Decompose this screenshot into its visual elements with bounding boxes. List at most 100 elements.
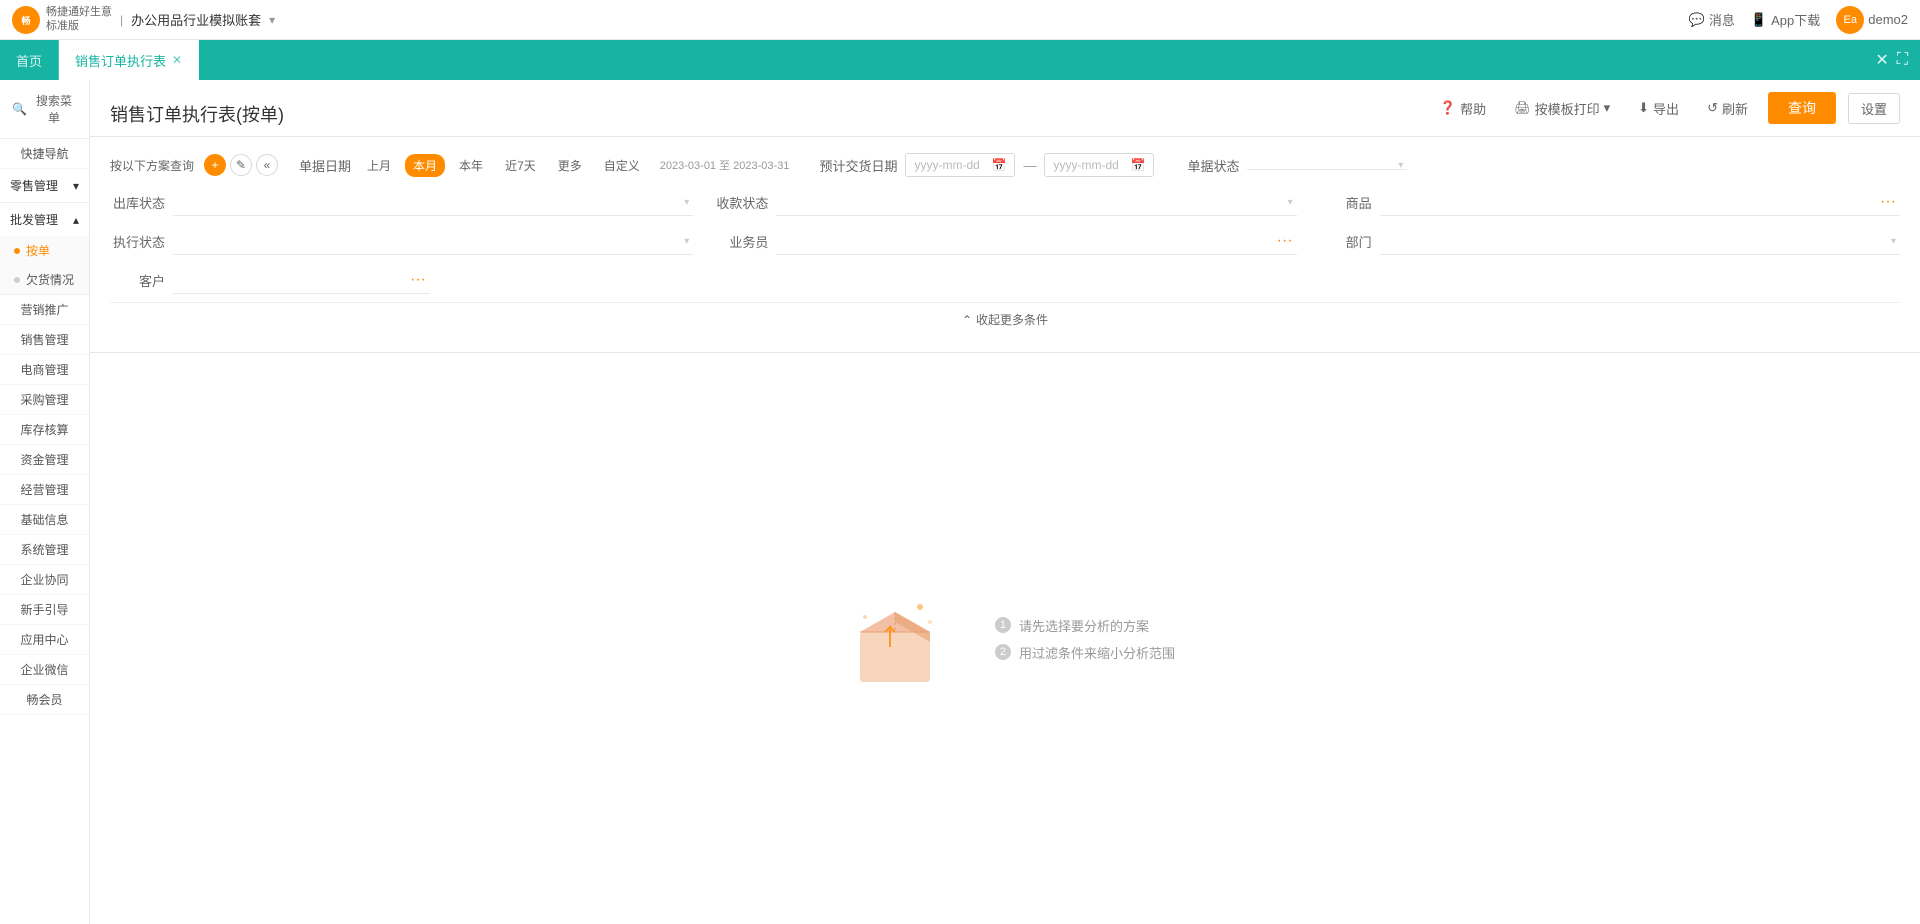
dept-select[interactable] [1380, 229, 1900, 255]
salesperson-filter: 业务员 ··· [713, 228, 1296, 255]
filter-row-customer: 客户 ··· [110, 267, 1900, 294]
user-profile[interactable]: Ea demo2 [1836, 6, 1908, 34]
expected-date-filter: 预计交货日期 yyyy-mm-dd 📅 — yyyy-mm-dd 📅 [819, 153, 1154, 177]
date-btn-more[interactable]: 更多 [550, 154, 590, 177]
sidebar-item-corp-wechat[interactable]: 企业微信 [0, 655, 89, 685]
page-header: 销售订单执行表(按单) ❓ 帮助 🖨 按模板打印 ▾ ⬇ 导出 ↺ 刷新 [90, 80, 1920, 137]
scheme-label: 按以下方案查询 [110, 157, 194, 174]
customer-input[interactable]: ··· [173, 267, 430, 294]
filter-grid-row2: 执行状态 ▾ 业务员 ··· 部门 [110, 228, 1900, 255]
receipt-status-select[interactable] [776, 190, 1296, 216]
date-btn-this-year[interactable]: 本年 [451, 154, 491, 177]
dept-filter: 部门 ▾ [1317, 228, 1900, 255]
goods-input[interactable]: ··· [1380, 189, 1900, 216]
sidebar-item-wholesale-mgmt[interactable]: 批发管理 ▴ [0, 203, 89, 236]
date-range-text: 2023-03-01 至 2023-03-31 [660, 157, 790, 173]
tab-close-window-icon[interactable]: ✕ [1875, 50, 1888, 70]
message-icon: 💬 [1689, 12, 1705, 28]
receipt-status-label: 收款状态 [713, 193, 768, 212]
sidebar-item-member[interactable]: 畅会员 [0, 685, 89, 715]
sidebar-item-operations[interactable]: 经营管理 [0, 475, 89, 505]
search-button[interactable]: 查询 [1768, 92, 1836, 124]
help-icon: ❓ [1440, 100, 1456, 116]
status-select[interactable] [1247, 161, 1407, 170]
date-btn-custom[interactable]: 自定义 [596, 154, 648, 177]
out-status-select[interactable] [173, 190, 693, 216]
exec-status-select[interactable] [173, 229, 693, 255]
sidebar-item-system[interactable]: 系统管理 [0, 535, 89, 565]
export-icon: ⬇ [1638, 100, 1649, 116]
empty-tip-1: 1 请先选择要分析的方案 [995, 616, 1175, 635]
out-status-label: 出库状态 [110, 193, 165, 212]
settings-button[interactable]: 设置 [1848, 93, 1900, 124]
sidebar-item-sales-mgmt[interactable]: 销售管理 [0, 325, 89, 355]
sidebar-sub-item-order[interactable]: 按单 [0, 236, 89, 265]
goods-label: 商品 [1317, 193, 1372, 212]
page-title: 销售订单执行表(按单) [110, 101, 284, 127]
sidebar-item-marketing[interactable]: 营销推广 [0, 295, 89, 325]
add-scheme-button[interactable]: + [204, 154, 226, 176]
sidebar-item-finance[interactable]: 资金管理 [0, 445, 89, 475]
exec-status-label: 执行状态 [110, 232, 165, 251]
sidebar-item-enterprise[interactable]: 企业协同 [0, 565, 89, 595]
sidebar-item-quick-nav[interactable]: 快捷导航 [0, 139, 89, 169]
search-menu-button[interactable]: 🔍 搜索菜单 [8, 88, 81, 130]
breadcrumb-separator: | [120, 13, 123, 27]
salesperson-input[interactable]: ··· [776, 228, 1296, 255]
help-button[interactable]: ❓ 帮助 [1432, 95, 1494, 122]
tab-close-icon[interactable]: ✕ [172, 53, 182, 67]
status-filter: 单据状态 ▾ [1184, 156, 1407, 175]
logo-area: 畅 畅捷通好生意 标准版 [12, 6, 112, 34]
salesperson-more-icon[interactable]: ··· [1277, 232, 1293, 250]
date-btn-last-month[interactable]: 上月 [359, 154, 399, 177]
date-btn-7days[interactable]: 近7天 [497, 154, 544, 177]
calendar-icon-2: 📅 [1131, 158, 1146, 172]
sidebar-section-retail: 零售管理 ▾ [0, 169, 89, 203]
goods-more-icon[interactable]: ··· [1880, 193, 1896, 211]
date-label: 单据日期 [296, 156, 351, 175]
sidebar-item-ecommerce[interactable]: 电商管理 [0, 355, 89, 385]
collapse-scheme-button[interactable]: « [256, 154, 278, 176]
sidebar-item-purchase[interactable]: 采购管理 [0, 385, 89, 415]
date-filter-group: 单据日期 上月 本月 本年 近7天 更多 自定义 2023-03-01 至 20… [296, 154, 789, 177]
sidebar-search-area: 🔍 搜索菜单 [0, 80, 89, 139]
app-download-action[interactable]: 📱 App下载 [1751, 10, 1820, 29]
dept-label: 部门 [1317, 232, 1372, 251]
date-separator: — [1023, 158, 1036, 173]
template-print-button[interactable]: 🖨 按模板打印 ▾ [1506, 95, 1618, 122]
logo-text: 畅捷通好生意 标准版 [46, 6, 112, 32]
out-status-filter: 出库状态 ▾ [110, 189, 693, 216]
expected-date-from-input[interactable]: yyyy-mm-dd 📅 [905, 153, 1015, 177]
status-label: 单据状态 [1184, 156, 1239, 175]
sidebar-item-app-center[interactable]: 应用中心 [0, 625, 89, 655]
edit-scheme-button[interactable]: ✎ [230, 154, 252, 176]
scheme-actions: + ✎ « [204, 154, 278, 176]
header-right: 💬 消息 📱 App下载 Ea demo2 [1689, 6, 1908, 34]
message-action[interactable]: 💬 消息 [1689, 10, 1735, 29]
customer-more-icon[interactable]: ··· [410, 271, 426, 289]
content-area: 销售订单执行表(按单) ❓ 帮助 🖨 按模板打印 ▾ ⬇ 导出 ↺ 刷新 [90, 80, 1920, 924]
sidebar-item-newbie[interactable]: 新手引导 [0, 595, 89, 625]
goods-filter: 商品 ··· [1317, 189, 1900, 216]
expected-date-label: 预计交货日期 [819, 156, 897, 175]
collapse-more-button[interactable]: ⌃ 收起更多条件 [110, 302, 1900, 336]
sidebar-item-inventory[interactable]: 库存核算 [0, 415, 89, 445]
refresh-button[interactable]: ↺ 刷新 [1699, 95, 1756, 122]
sidebar-item-retail-mgmt[interactable]: 零售管理 ▾ [0, 169, 89, 202]
header-left: 畅 畅捷通好生意 标准版 | 办公用品行业模拟账套 ▾ [12, 6, 275, 34]
sidebar-item-basic-info[interactable]: 基础信息 [0, 505, 89, 535]
export-button[interactable]: ⬇ 导出 [1630, 95, 1687, 122]
collapse-chevron-icon: ⌃ [962, 313, 972, 327]
filter-area: 按以下方案查询 + ✎ « 单据日期 上月 本月 本年 近7天 更多 自定义 [90, 137, 1920, 353]
expected-date-to-input[interactable]: yyyy-mm-dd 📅 [1044, 153, 1154, 177]
tip-num-1: 1 [995, 617, 1011, 633]
tab-maximize-icon[interactable]: ⛶ [1897, 51, 1908, 69]
main-layout: 🔍 搜索菜单 快捷导航 零售管理 ▾ 批发管理 ▴ 按单 欠 [0, 80, 1920, 924]
filter-grid-row1: 出库状态 ▾ 收款状态 ▾ 商品 [110, 189, 1900, 216]
sidebar-sub-item-debt[interactable]: 欠货情况 [0, 265, 89, 294]
date-btn-this-month[interactable]: 本月 [405, 154, 445, 177]
tab-sales-order-exec[interactable]: 销售订单执行表 ✕ [59, 40, 199, 80]
tab-home[interactable]: 首页 [0, 40, 59, 80]
breadcrumb-dropdown-icon[interactable]: ▾ [269, 13, 275, 27]
logo-icon: 畅 [12, 6, 40, 34]
